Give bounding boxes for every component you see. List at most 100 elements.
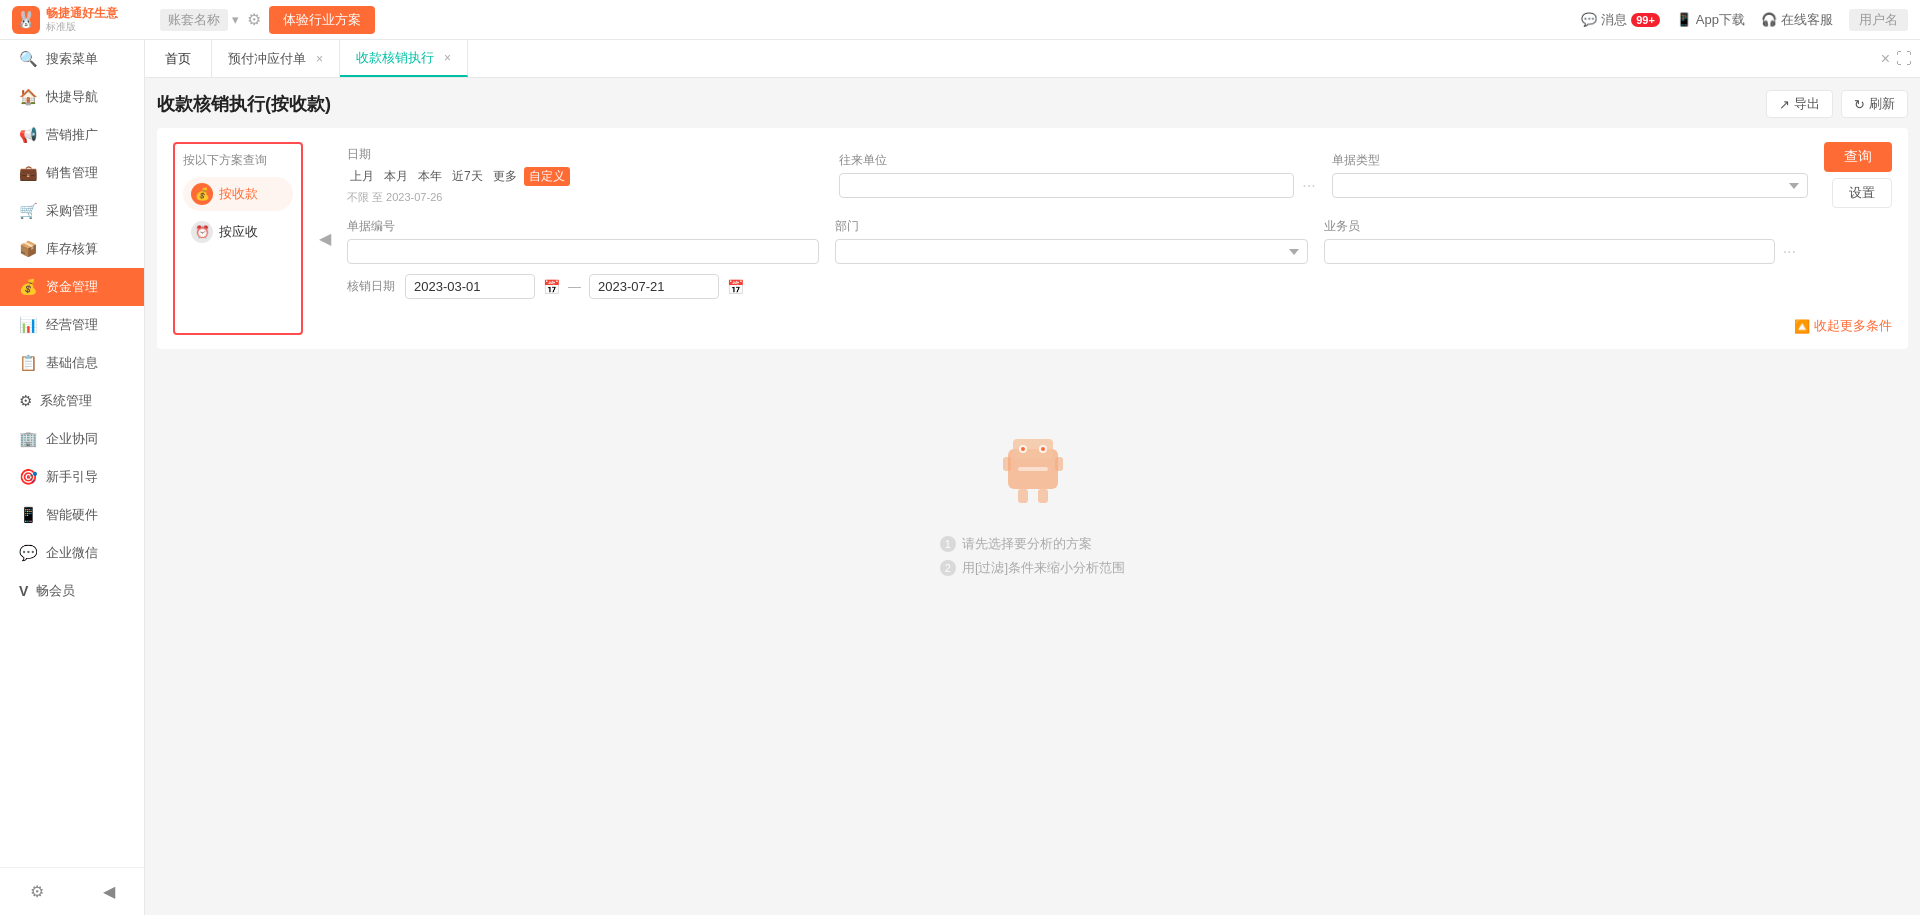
query-btn[interactable]: 查询 — [1824, 142, 1892, 172]
svg-rect-9 — [1018, 489, 1028, 503]
empty-hint-1: 1 请先选择要分析的方案 — [940, 535, 1125, 553]
tab-prepay-close[interactable]: × — [316, 52, 323, 66]
sidebar-settings-btn[interactable]: ⚙ — [24, 876, 50, 907]
export-label: 导出 — [1794, 95, 1820, 113]
sidebar-item-operation[interactable]: 📊 经营管理 — [0, 306, 144, 344]
filter-department-label: 部门 — [835, 218, 1307, 235]
sidebar-bottom: ⚙ ◀ — [0, 867, 144, 915]
sidebar-item-label: 销售管理 — [46, 164, 98, 182]
filter-collapse-handle[interactable]: ◀ — [315, 142, 335, 335]
date-shortcut-7days[interactable]: 近7天 — [449, 167, 486, 186]
sidebar-item-label: 经营管理 — [46, 316, 98, 334]
sidebar: 🔍 搜索菜单 🏠 快捷导航 📢 营销推广 💼 销售管理 🛒 采购管理 📦 库存核… — [0, 40, 145, 915]
filter-option-by-collection[interactable]: 💰 按收款 — [183, 177, 293, 211]
bill-number-input[interactable] — [347, 239, 819, 264]
sidebar-item-sales[interactable]: 💼 销售管理 — [0, 154, 144, 192]
date-shortcut-more[interactable]: 更多 — [490, 167, 520, 186]
writeoff-date-start-input[interactable] — [405, 274, 535, 299]
account-dropdown-icon[interactable]: ▾ — [232, 12, 239, 27]
tab-prepay[interactable]: 预付冲应付单 × — [212, 40, 340, 77]
tab-home[interactable]: 首页 — [145, 40, 212, 77]
sidebar-item-quick-nav[interactable]: 🏠 快捷导航 — [0, 78, 144, 116]
close-all-icon[interactable]: × — [1881, 50, 1890, 68]
export-icon: ↗ — [1779, 97, 1790, 112]
date-range-separator: — — [568, 279, 581, 294]
tab-home-label: 首页 — [165, 50, 191, 68]
filter-option-by-receivable[interactable]: ⏰ 按应收 — [183, 215, 293, 249]
sidebar-item-wechat[interactable]: 💬 企业微信 — [0, 534, 144, 572]
search-menu-icon: 🔍 — [19, 50, 38, 68]
tab-collection-close[interactable]: × — [444, 51, 451, 65]
topbar: 🐰 畅捷通好生意 标准版 账套名称 ▾ ⚙ 体验行业方案 💬 消息 99+ 📱 … — [0, 0, 1920, 40]
sidebar-item-label: 系统管理 — [40, 392, 92, 410]
sidebar-item-inventory[interactable]: 📦 库存核算 — [0, 230, 144, 268]
quick-nav-icon: 🏠 — [19, 88, 38, 106]
settings-icon[interactable]: ⚙ — [247, 10, 261, 29]
service-label: 在线客服 — [1781, 11, 1833, 29]
message-btn[interactable]: 💬 消息 99+ — [1581, 11, 1660, 29]
sidebar-item-purchase[interactable]: 🛒 采购管理 — [0, 192, 144, 230]
hint-text-2: 用[过滤]条件来缩小分析范围 — [962, 559, 1125, 577]
sidebar-item-label: 快捷导航 — [46, 88, 98, 106]
sidebar-item-system[interactable]: ⚙ 系统管理 — [0, 382, 144, 420]
filter-by-receivable-icon: ⏰ — [191, 221, 213, 243]
enterprise-icon: 🏢 — [19, 430, 38, 448]
purchase-icon: 🛒 — [19, 202, 38, 220]
sidebar-item-search-menu[interactable]: 🔍 搜索菜单 — [0, 40, 144, 78]
sidebar-item-enterprise[interactable]: 🏢 企业协同 — [0, 420, 144, 458]
filter-counterparty-cell: 往来单位 ··· — [839, 152, 1315, 198]
industry-btn[interactable]: 体验行业方案 — [269, 6, 375, 34]
account-selector[interactable]: 账套名称 ▾ — [160, 9, 239, 31]
service-btn[interactable]: 🎧 在线客服 — [1761, 11, 1833, 29]
tab-collection[interactable]: 收款核销执行 × — [340, 40, 468, 77]
bill-type-select[interactable] — [1332, 173, 1808, 198]
counterparty-more-icon[interactable]: ··· — [1302, 177, 1315, 195]
edition-label: 标准版 — [46, 21, 118, 33]
message-icon: 💬 — [1581, 12, 1597, 27]
filter-department-cell: 部门 — [835, 218, 1307, 264]
export-btn[interactable]: ↗ 导出 — [1766, 90, 1833, 118]
sidebar-item-vip[interactable]: V 畅会员 — [0, 572, 144, 610]
sidebar-item-label: 搜索菜单 — [46, 50, 98, 68]
sidebar-item-guide[interactable]: 🎯 新手引导 — [0, 458, 144, 496]
brand-name: 畅捷通好生意 — [46, 6, 118, 20]
sidebar-item-finance[interactable]: 💰 资金管理 — [0, 268, 144, 306]
empty-state: 1 请先选择要分析的方案 2 用[过滤]条件来缩小分析范围 — [157, 359, 1908, 643]
collapse-row: 🔼 收起更多条件 — [347, 309, 1892, 335]
system-icon: ⚙ — [19, 392, 32, 410]
user-avatar[interactable]: 用户名 — [1849, 9, 1908, 31]
counterparty-input[interactable] — [839, 173, 1294, 198]
filter-salesperson-cell: 业务员 ··· — [1324, 218, 1796, 264]
filter-by-collection-icon: 💰 — [191, 183, 213, 205]
empty-hints: 1 请先选择要分析的方案 2 用[过滤]条件来缩小分析范围 — [940, 535, 1125, 583]
sidebar-item-marketing[interactable]: 📢 营销推广 — [0, 116, 144, 154]
sidebar-item-basic[interactable]: 📋 基础信息 — [0, 344, 144, 382]
layout: 🔍 搜索菜单 🏠 快捷导航 📢 营销推广 💼 销售管理 🛒 采购管理 📦 库存核… — [0, 40, 1920, 915]
writeoff-date-end-input[interactable] — [589, 274, 719, 299]
expand-icon[interactable]: ⛶ — [1896, 50, 1912, 68]
sidebar-collapse-btn[interactable]: ◀ — [97, 876, 121, 907]
filter-settings-btn[interactable]: 设置 — [1832, 178, 1892, 208]
collapse-btn[interactable]: 🔼 收起更多条件 — [1794, 317, 1892, 335]
filter-department-field — [835, 239, 1307, 264]
calendar-end-icon[interactable]: 📅 — [727, 279, 744, 295]
filter-panel: 按以下方案查询 💰 按收款 ⏰ 按应收 ◀ — [157, 128, 1908, 349]
sidebar-item-hardware[interactable]: 📱 智能硬件 — [0, 496, 144, 534]
date-shortcut-this-year[interactable]: 本年 — [415, 167, 445, 186]
salesperson-input[interactable] — [1324, 239, 1775, 264]
app-download-btn[interactable]: 📱 App下载 — [1676, 11, 1745, 29]
writeoff-date-label: 核销日期 — [347, 278, 395, 295]
date-shortcut-this-month[interactable]: 本月 — [381, 167, 411, 186]
sidebar-item-label: 采购管理 — [46, 202, 98, 220]
calendar-start-icon[interactable]: 📅 — [543, 279, 560, 295]
refresh-btn[interactable]: ↻ 刷新 — [1841, 90, 1908, 118]
date-shortcut-last-month[interactable]: 上月 — [347, 167, 377, 186]
filter-salesperson-field: ··· — [1324, 239, 1796, 264]
date-shortcut-custom[interactable]: 自定义 — [524, 167, 570, 186]
salesperson-more-icon[interactable]: ··· — [1783, 243, 1796, 261]
refresh-label: 刷新 — [1869, 95, 1895, 113]
svg-rect-10 — [1038, 489, 1048, 503]
department-select[interactable] — [835, 239, 1307, 264]
sidebar-item-label: 企业协同 — [46, 430, 98, 448]
wechat-icon: 💬 — [19, 544, 38, 562]
